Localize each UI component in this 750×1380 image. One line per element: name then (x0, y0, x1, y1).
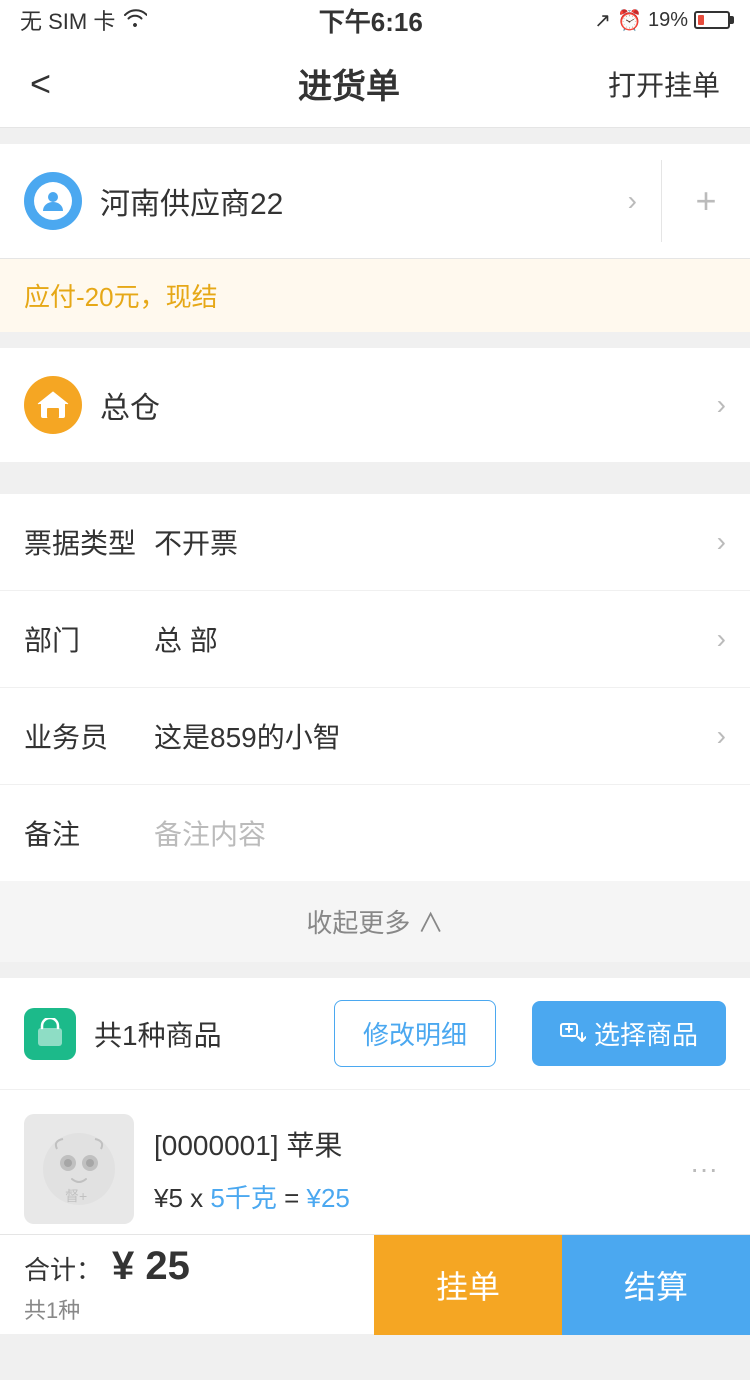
supplier-avatar (24, 172, 82, 230)
product-price: ¥5 x 5千克 = ¥25 (154, 1178, 662, 1215)
hold-button[interactable]: 挂单 (374, 1235, 562, 1335)
svg-text:督+: 督+ (65, 1188, 87, 1204)
remark-value[interactable]: 备注内容 (154, 813, 726, 853)
total-label: 合计： (24, 1250, 102, 1287)
department-value: 总 部 (154, 619, 717, 659)
add-icon: + (695, 180, 716, 222)
carrier-text: 无 SIM 卡 (20, 4, 115, 36)
collapse-label: 收起更多 ∧ (306, 908, 443, 938)
checkout-button[interactable]: 结算 (562, 1235, 750, 1335)
salesman-chevron-icon: › (717, 720, 726, 752)
invoice-chevron-icon: › (717, 526, 726, 558)
department-chevron-icon: › (717, 623, 726, 655)
invoice-type-label: 票据类型 (24, 522, 154, 562)
price-quantity: 5千克 (210, 1183, 276, 1213)
price-total: ¥25 (307, 1183, 350, 1213)
supplier-row[interactable]: 河南供应商22 › (0, 144, 661, 258)
main-content: 河南供应商22 › + 应付-20元，现结 总仓 › 票据类型 不开票 › (0, 128, 750, 1380)
cart-icon (34, 1018, 66, 1050)
product-count: 共1种商品 (94, 1014, 316, 1054)
supplier-name: 河南供应商22 (100, 179, 610, 223)
total-section: 合计： ¥ 25 共1种 (0, 1244, 374, 1325)
product-header-icon (24, 1008, 76, 1060)
remark-row[interactable]: 备注 备注内容 (0, 785, 750, 881)
product-name: [0000001] 苹果 (154, 1124, 662, 1164)
product-card: 督+ [0000001] 苹果 ¥5 x 5千克 = ¥25 ··· (0, 1090, 750, 1248)
status-right: ↗ ⏰ 19% (594, 8, 730, 33)
form-section: 票据类型 不开票 › 部门 总 部 › 业务员 这是859的小智 › 备注 备注… (0, 494, 750, 881)
salesman-row[interactable]: 业务员 这是859的小智 › (0, 688, 750, 785)
status-bar: 无 SIM 卡 下午6:16 ↗ ⏰ 19% (0, 0, 750, 40)
wifi-icon (123, 7, 147, 33)
supplier-section: 河南供应商22 › + (0, 144, 750, 259)
more-options-button[interactable]: ··· (682, 1145, 726, 1193)
product-thumbnail: 督+ (24, 1114, 134, 1224)
invoice-type-row[interactable]: 票据类型 不开票 › (0, 494, 750, 591)
price-equals: = (284, 1183, 306, 1213)
department-row[interactable]: 部门 总 部 › (0, 591, 750, 688)
battery-percent: 19% (648, 9, 688, 32)
product-header: 共1种商品 修改明细 选择商品 (0, 978, 750, 1090)
person-icon (39, 187, 67, 215)
edit-detail-button[interactable]: 修改明细 (334, 1000, 496, 1067)
select-product-button[interactable]: 选择商品 (532, 1001, 726, 1066)
product-title: 苹果 (286, 1130, 342, 1161)
back-button[interactable]: < (30, 63, 90, 105)
salesman-value: 这是859的小智 (154, 716, 717, 756)
salesman-label: 业务员 (24, 716, 154, 756)
warehouse-chevron-icon: › (717, 389, 726, 421)
department-label: 部门 (24, 619, 154, 659)
warehouse-name: 总仓 (100, 383, 699, 427)
product-code: [0000001] (154, 1130, 279, 1161)
status-left: 无 SIM 卡 (20, 4, 147, 36)
invoice-type-value: 不开票 (154, 522, 717, 562)
notice-text: 应付-20元，现结 (24, 282, 218, 312)
select-product-label: 选择商品 (594, 1015, 698, 1052)
product-thumb-owl-icon: 督+ (39, 1129, 119, 1209)
page-title: 进货单 (298, 59, 400, 108)
location-icon: ↗ (594, 8, 611, 33)
total-count: 共1种 (24, 1293, 350, 1325)
nav-bar: < 进货单 打开挂单 (0, 40, 750, 128)
collapse-bar[interactable]: 收起更多 ∧ (0, 881, 750, 962)
price-base: ¥5 (154, 1183, 183, 1213)
open-hold-button[interactable]: 打开挂单 (608, 64, 720, 104)
total-amount: ¥ 25 (112, 1244, 190, 1289)
battery-icon (694, 11, 730, 29)
warehouse-icon-wrap (24, 376, 82, 434)
product-info: [0000001] 苹果 ¥5 x 5千克 = ¥25 (154, 1124, 662, 1215)
add-supplier-button[interactable]: + (662, 144, 750, 258)
status-time: 下午6:16 (319, 2, 423, 39)
remark-label: 备注 (24, 813, 154, 853)
select-product-icon (560, 1023, 586, 1045)
price-multiply: x (190, 1183, 210, 1213)
warehouse-row[interactable]: 总仓 › (0, 348, 750, 462)
notice-bar: 应付-20元，现结 (0, 259, 750, 332)
total-row: 合计： ¥ 25 (24, 1244, 350, 1289)
alarm-icon: ⏰ (617, 8, 642, 33)
supplier-chevron-icon: › (628, 185, 637, 217)
warehouse-icon (36, 388, 70, 422)
bottom-bar: 合计： ¥ 25 共1种 挂单 结算 (0, 1234, 750, 1334)
